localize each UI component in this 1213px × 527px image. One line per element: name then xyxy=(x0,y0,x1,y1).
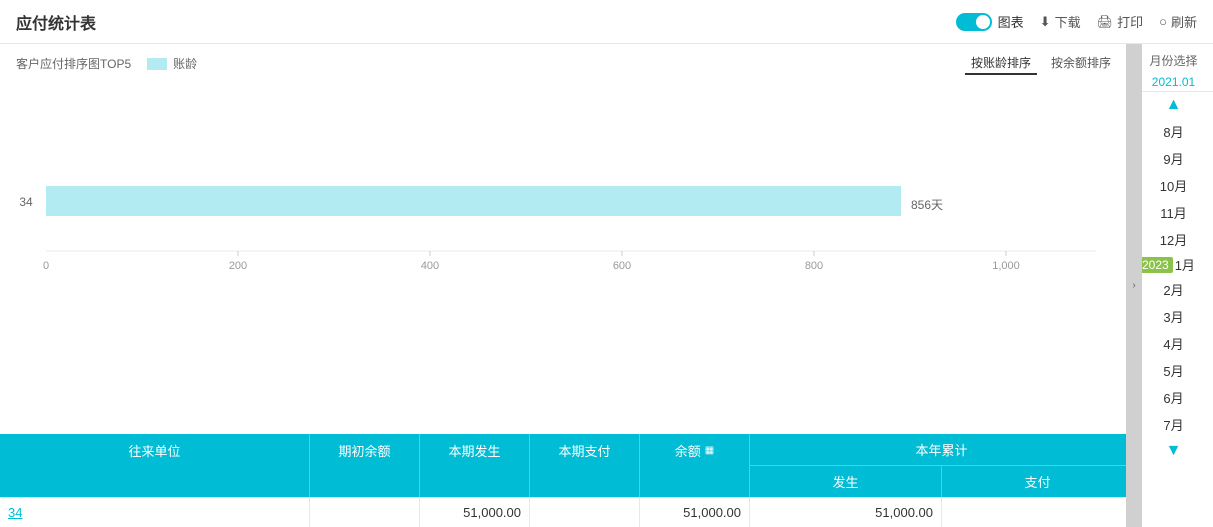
td-发生: 51,000.00 xyxy=(750,498,942,527)
legend-color-item: 账龄 xyxy=(147,55,197,72)
month-item-2[interactable]: 2月 xyxy=(1134,276,1213,303)
month-item-7[interactable]: 7月 xyxy=(1134,411,1213,438)
th-期初余额: 期初余额 xyxy=(310,434,420,466)
sort-by-age-button[interactable]: 按账龄排序 xyxy=(965,52,1037,75)
month-item-8[interactable]: 8月 xyxy=(1134,118,1213,145)
sidebar-current-date: 2021.01 xyxy=(1134,73,1213,92)
legend-item: 客户应付排序图TOP5 xyxy=(16,55,131,72)
svg-text:200: 200 xyxy=(229,260,247,272)
download-label: 下载 xyxy=(1055,12,1081,31)
svg-text:600: 600 xyxy=(613,260,631,272)
th-支付: 支付 xyxy=(942,466,1133,497)
refresh-button[interactable]: ○ 刷新 xyxy=(1159,12,1197,31)
chart-toggle-label: 图表 xyxy=(998,12,1024,31)
sort-icon: ▦ xyxy=(705,445,714,456)
legend-label: 客户应付排序图TOP5 xyxy=(16,55,131,72)
chart-svg: 34 856天 0 200 400 600 800 1,000 xyxy=(16,91,1117,321)
th-本期支付: 本期支付 xyxy=(530,434,640,466)
month-item-9[interactable]: 9月 xyxy=(1134,145,1213,172)
scroll-down-button[interactable]: ▼ xyxy=(1134,438,1213,464)
td-余额: 51,000.00 xyxy=(640,498,750,527)
month-list: 8月 9月 10月 11月 12月 2023 1月 2月 3月 4月 5月 6月… xyxy=(1134,118,1213,438)
td-支付 xyxy=(942,498,1133,527)
print-label: 打印 xyxy=(1117,12,1143,31)
sidebar-collapse-handle[interactable]: › xyxy=(1126,44,1142,527)
year-2023-row: 2023 1月 xyxy=(1134,253,1213,276)
page-title: 应付统计表 xyxy=(16,10,96,34)
legend-color-box xyxy=(147,58,167,70)
svg-text:1,000: 1,000 xyxy=(992,260,1020,272)
legend-color-label: 账龄 xyxy=(173,55,197,72)
th-往来单位: 往来单位 xyxy=(0,434,310,466)
svg-text:0: 0 xyxy=(43,260,49,272)
month-item-4[interactable]: 4月 xyxy=(1134,330,1213,357)
month-item-10[interactable]: 10月 xyxy=(1134,172,1213,199)
month-item-3[interactable]: 3月 xyxy=(1134,303,1213,330)
month-item-5[interactable]: 5月 xyxy=(1134,357,1213,384)
svg-text:400: 400 xyxy=(421,260,439,272)
print-icon: 🖨 xyxy=(1097,14,1114,30)
bar-chart: 34 856天 0 200 400 600 800 1,000 xyxy=(0,83,1133,434)
th-余额: 余额 ▦ xyxy=(640,434,750,466)
download-button[interactable]: ⬇ 下载 xyxy=(1040,12,1081,31)
table-row: 34 51,000.00 51,000.00 51,000.00 xyxy=(0,497,1133,527)
refresh-icon: ○ xyxy=(1159,14,1167,29)
td-本期发生: 51,000.00 xyxy=(420,498,530,527)
chart-toggle[interactable] xyxy=(956,13,992,31)
month-item-12[interactable]: 12月 xyxy=(1134,226,1213,253)
chart-bar xyxy=(46,186,901,216)
th-发生: 发生 xyxy=(750,466,942,497)
sort-by-balance-button[interactable]: 按余额排序 xyxy=(1045,52,1117,75)
month-sidebar: › 月份选择 2021.01 ▲ 8月 9月 10月 11月 12月 2023 … xyxy=(1133,44,1213,527)
th-本年累计: 本年累计 xyxy=(750,434,1133,466)
year-2023-badge: 2023 xyxy=(1138,257,1173,273)
td-期初余额 xyxy=(310,498,420,527)
chart-sort-buttons: 按账龄排序 按余额排序 xyxy=(965,52,1117,75)
td-本期支付 xyxy=(530,498,640,527)
chart-toggle-wrap[interactable]: 图表 xyxy=(956,12,1024,31)
download-icon: ⬇ xyxy=(1040,14,1051,30)
sidebar-title: 月份选择 xyxy=(1134,44,1213,73)
data-table: 往来单位 期初余额 本期发生 本期支付 余额 ▦ 本年累计 xyxy=(0,434,1133,527)
print-button[interactable]: 🖨 打印 xyxy=(1097,12,1144,31)
svg-text:34: 34 xyxy=(19,195,33,209)
month-item-1[interactable]: 1月 xyxy=(1175,255,1195,274)
month-item-11[interactable]: 11月 xyxy=(1134,199,1213,226)
month-item-6[interactable]: 6月 xyxy=(1134,384,1213,411)
svg-text:856天: 856天 xyxy=(911,198,943,212)
refresh-label: 刷新 xyxy=(1171,12,1197,31)
chart-legend: 客户应付排序图TOP5 账龄 xyxy=(16,55,197,72)
header-actions: 图表 ⬇ 下载 🖨 打印 ○ 刷新 xyxy=(956,12,1197,31)
th-本期发生: 本期发生 xyxy=(420,434,530,466)
scroll-up-button[interactable]: ▲ xyxy=(1134,92,1213,118)
td-往来单位[interactable]: 34 xyxy=(0,498,310,527)
svg-text:800: 800 xyxy=(805,260,823,272)
